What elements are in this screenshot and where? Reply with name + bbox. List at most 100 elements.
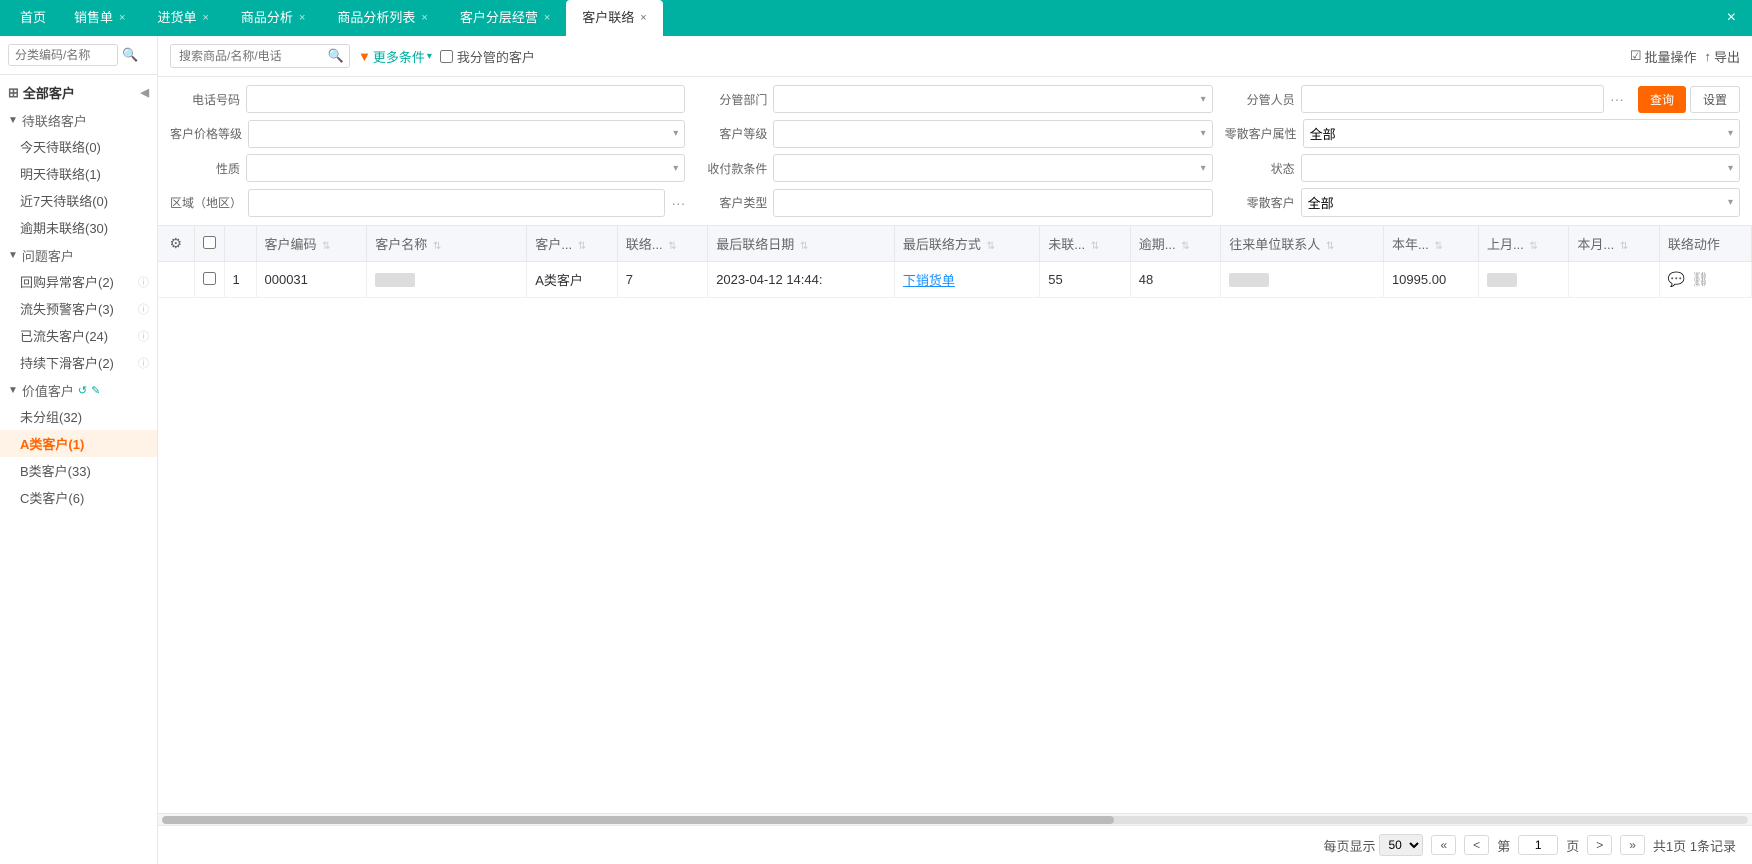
prev-page-button[interactable]: < — [1464, 835, 1489, 855]
grid-icon: ⊞ — [8, 85, 19, 101]
scrollbar-track — [162, 816, 1748, 824]
sidebar-item-churned[interactable]: 已流失客户(24) ⓘ — [0, 322, 157, 349]
per-page-select[interactable]: 50 — [1379, 834, 1423, 856]
table-scroll[interactable]: ⚙ 客户编码 ⇅ 客户名称 — [158, 226, 1752, 813]
filter-nature-select[interactable]: ▾ — [246, 154, 685, 182]
close-tab-customer-segment[interactable]: × — [544, 0, 550, 36]
group-pending-contact[interactable]: ▼ 待联络客户 — [0, 106, 157, 133]
sidebar-item-b-class[interactable]: B类客户(33) — [0, 457, 157, 484]
filter-region-input[interactable] — [248, 189, 665, 217]
sidebar-item-c-class[interactable]: C类客户(6) — [0, 484, 157, 511]
pagination: 每页显示 50 « < 第 页 > » 共1页 1条记录 — [158, 825, 1752, 864]
tab-customer-contact[interactable]: 客户联络 × — [566, 0, 662, 36]
td-checkbox — [194, 262, 224, 298]
scrollbar-thumb[interactable] — [162, 816, 1114, 824]
arrow-icon-2: ▼ — [8, 250, 18, 261]
filter-payment-select[interactable]: ▾ — [773, 154, 1212, 182]
link-action-icon[interactable]: ⛓ — [1691, 271, 1709, 288]
th-unit-contact: 往来单位联系人 ⇅ — [1221, 226, 1384, 262]
filter-scatter-attr-select[interactable]: 全部 ▾ — [1303, 119, 1740, 148]
close-tab-product-analysis-list[interactable]: × — [421, 0, 427, 36]
filter-region: 区域（地区） ··· — [170, 188, 685, 217]
filter-scatter-cust-select[interactable]: 全部 ▾ — [1301, 188, 1740, 217]
message-action-icon[interactable]: 💬 — [1668, 271, 1685, 288]
home-button[interactable]: 首页 — [8, 0, 58, 36]
close-all-button[interactable]: × — [1727, 9, 1736, 27]
my-customers-checkbox[interactable] — [440, 50, 453, 63]
row-checkbox[interactable] — [203, 272, 216, 285]
setting-button[interactable]: 设置 — [1690, 86, 1740, 113]
group-value-customers[interactable]: ▼ 价值客户 ↺ ✎ — [0, 376, 157, 403]
collapse-icon[interactable]: ◀ — [141, 86, 149, 99]
close-tab-product-analysis[interactable]: × — [299, 0, 305, 36]
sidebar-item-a-class[interactable]: A类客户(1) — [0, 430, 157, 457]
horizontal-scrollbar[interactable] — [158, 813, 1752, 825]
customer-name-blurred: Ea — [375, 273, 415, 287]
contact-method-link[interactable]: 下销货单 — [903, 273, 955, 288]
th-seq — [224, 226, 256, 262]
filter-cust-level-select[interactable]: ▾ — [773, 120, 1212, 148]
action-buttons: 查询 设置 — [1638, 86, 1740, 113]
sidebar-item-declining[interactable]: 持续下滑客户(2) ⓘ — [0, 349, 157, 376]
th-this-year: 本年... ⇅ — [1383, 226, 1478, 262]
close-tab-purchase[interactable]: × — [202, 0, 208, 36]
edit-icon[interactable]: ✎ — [91, 384, 100, 397]
filter-status-select[interactable]: ▾ — [1301, 154, 1740, 182]
tab-product-analysis-list[interactable]: 商品分析列表 × — [321, 0, 443, 36]
td-last-contact-method: 下销货单 — [894, 262, 1039, 298]
refresh-icon[interactable]: ↺ — [78, 384, 87, 397]
close-tab-customer-contact[interactable]: × — [640, 0, 646, 36]
td-last-contact-date: 2023-04-12 14:44: — [708, 262, 895, 298]
td-contact: 7 — [617, 262, 707, 298]
first-page-button[interactable]: « — [1431, 835, 1456, 855]
region-dots-btn[interactable]: ··· — [671, 195, 685, 211]
td-overdue: 48 — [1130, 262, 1220, 298]
filter-phone-input[interactable] — [246, 85, 685, 113]
tab-purchase[interactable]: 进货单 × — [141, 0, 224, 36]
last-page-button[interactable]: » — [1620, 835, 1645, 855]
my-customers-checkbox-label[interactable]: 我分管的客户 — [440, 47, 535, 66]
query-button[interactable]: 查询 — [1638, 86, 1686, 113]
filter-scatter-attr-label: 零散客户属性 — [1225, 125, 1297, 142]
sidebar-search-icon[interactable]: 🔍 — [122, 47, 138, 63]
group-problem-customers[interactable]: ▼ 问题客户 — [0, 241, 157, 268]
filter-search-input[interactable] — [170, 44, 350, 68]
sidebar-item-today-pending[interactable]: 今天待联络(0) — [0, 133, 157, 160]
filter-price-level-label: 客户价格等级 — [170, 125, 242, 142]
th-checkbox — [194, 226, 224, 262]
select-all-checkbox[interactable] — [203, 236, 216, 249]
close-tab-sales[interactable]: × — [119, 0, 125, 36]
sidebar-item-churn-warning[interactable]: 流失预警客户(3) ⓘ — [0, 295, 157, 322]
filter-dept-label: 分管部门 — [697, 91, 767, 108]
tab-sales[interactable]: 销售单 × — [58, 0, 141, 36]
filter-cust-type-input[interactable] — [773, 189, 1212, 217]
manager-dots-btn[interactable]: ··· — [1610, 91, 1624, 107]
batch-op-button[interactable]: ☑ 批量操作 — [1630, 47, 1697, 66]
info-icon-1: ⓘ — [138, 274, 149, 290]
next-page-button[interactable]: > — [1587, 835, 1612, 855]
search-icon[interactable]: 🔍 — [328, 48, 344, 64]
th-contact: 联络... ⇅ — [617, 226, 707, 262]
filter-price-level-select[interactable]: ▾ — [248, 120, 685, 148]
td-this-year: 10995.00 — [1383, 262, 1478, 298]
page-input[interactable] — [1518, 835, 1558, 855]
tab-product-analysis[interactable]: 商品分析 × — [225, 0, 321, 36]
tab-customer-segment[interactable]: 客户分层经营 × — [444, 0, 566, 36]
export-button[interactable]: ↑ 导出 — [1704, 47, 1740, 66]
more-filter-button[interactable]: ▼ 更多条件 ▾ — [358, 47, 432, 66]
sidebar-item-tomorrow-pending[interactable]: 明天待联络(1) — [0, 160, 157, 187]
sidebar-item-overdue-pending[interactable]: 逾期未联络(30) — [0, 214, 157, 241]
filter-grid: 电话号码 分管部门 ▾ 分管人员 ··· 查询 设置 — [170, 85, 1740, 217]
sidebar-search-input[interactable] — [8, 44, 118, 66]
cust-level-arrow: ▾ — [1201, 128, 1206, 139]
sidebar-item-repurchase-abnormal[interactable]: 回购异常客户(2) ⓘ — [0, 268, 157, 295]
all-customers-header[interactable]: ⊞ 全部客户 ◀ — [0, 75, 157, 106]
sidebar-item-7days-pending[interactable]: 近7天待联络(0) — [0, 187, 157, 214]
table-gear-icon[interactable]: ⚙ — [169, 235, 182, 251]
sidebar-item-ungrouped[interactable]: 未分组(32) — [0, 403, 157, 430]
filter-dept-select[interactable]: ▾ — [773, 85, 1212, 113]
filter-manager: 分管人员 ··· 查询 设置 — [1225, 85, 1740, 113]
filter-manager-input[interactable] — [1301, 85, 1604, 113]
filter-payment: 收付款条件 ▾ — [697, 154, 1212, 182]
scatter-cust-arrow: ▾ — [1728, 197, 1733, 208]
